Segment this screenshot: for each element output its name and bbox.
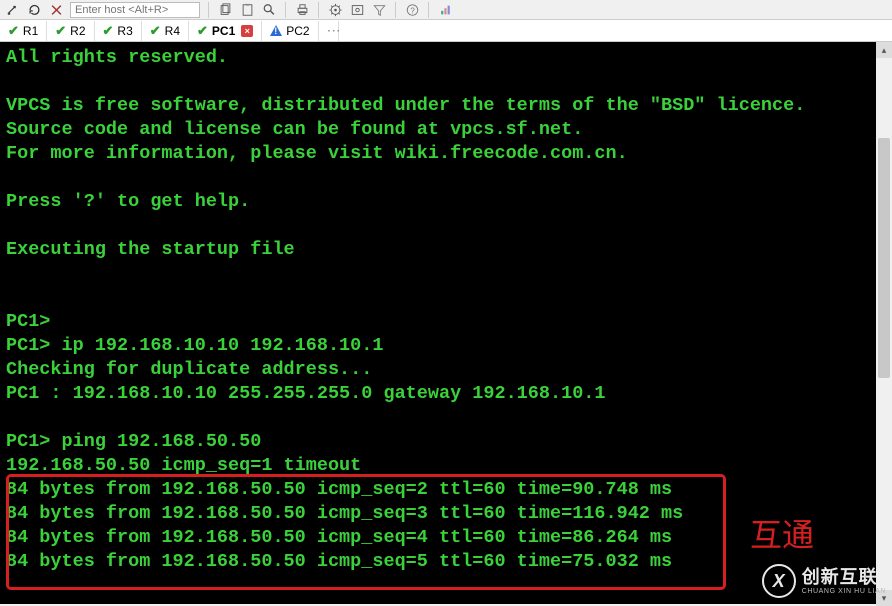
tab-label: PC2 [286,24,309,38]
disconnect-icon[interactable] [48,2,64,18]
help-icon[interactable]: ? [404,2,420,18]
paste-icon[interactable] [239,2,255,18]
copy-icon[interactable] [217,2,233,18]
scroll-down-button[interactable]: ▾ [876,590,892,606]
close-tab-icon[interactable]: × [241,25,253,37]
vertical-scrollbar[interactable]: ▴ ▾ [876,42,892,606]
tab-label: PC1 [212,24,235,38]
separator [208,2,209,18]
tab-label: R1 [23,24,38,38]
print-icon[interactable] [294,2,310,18]
separator [395,2,396,18]
tab-label: R4 [165,24,180,38]
warning-icon [270,25,282,36]
session-tab-r2[interactable]: ✔ R2 [47,21,94,41]
chart-icon[interactable] [437,2,453,18]
find-icon[interactable] [261,2,277,18]
svg-text:?: ? [410,6,415,15]
checkmark-icon: ✔ [103,23,114,39]
separator [318,2,319,18]
main-toolbar: ? [0,0,892,20]
session-tab-pc1[interactable]: ✔ PC1 × [189,21,262,41]
tab-overflow-button[interactable]: ⋯ [319,21,339,41]
tab-label: R2 [70,24,85,38]
session-tab-pc2[interactable]: PC2 [262,21,318,41]
scroll-thumb[interactable] [878,138,890,378]
separator [428,2,429,18]
tab-label: R3 [117,24,132,38]
terminal-output: All rights reserved. VPCS is free softwa… [0,42,892,604]
session-tab-r1[interactable]: ✔ R1 [0,21,47,41]
session-tab-r4[interactable]: ✔ R4 [142,21,189,41]
checkmark-icon: ✔ [55,23,66,39]
reconnect-icon[interactable] [26,2,42,18]
scroll-track[interactable] [876,58,892,590]
options-icon[interactable] [327,2,343,18]
checkmark-icon: ✔ [8,23,19,39]
session-options-icon[interactable] [349,2,365,18]
scroll-up-button[interactable]: ▴ [876,42,892,58]
checkmark-icon: ✔ [197,23,208,39]
session-tabs: ✔R1✔R2✔R3✔R4✔PC1×PC2⋯ [0,20,892,42]
filter-icon[interactable] [371,2,387,18]
connect-icon[interactable] [4,2,20,18]
separator [285,2,286,18]
session-tab-r3[interactable]: ✔R3 [95,21,142,41]
host-input[interactable] [70,2,200,18]
checkmark-icon: ✔ [150,23,161,39]
